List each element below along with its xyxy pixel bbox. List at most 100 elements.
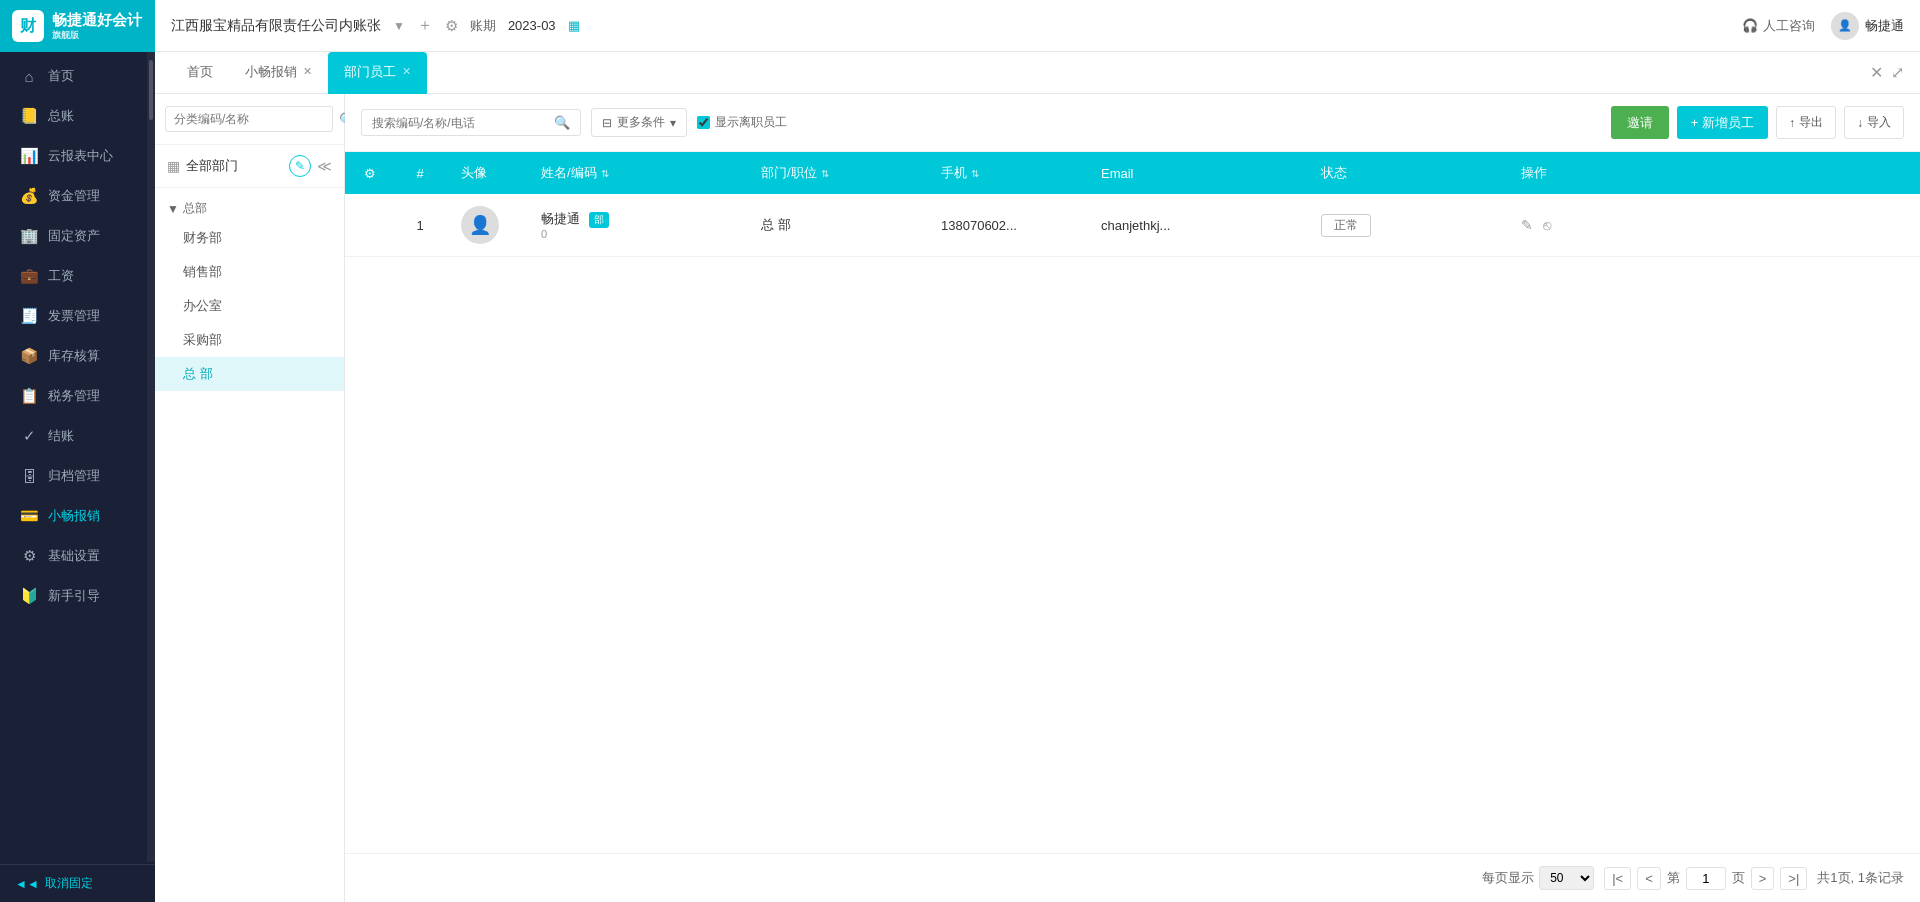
import-button[interactable]: ↓ 导入	[1844, 106, 1904, 139]
row-name-cell: 畅捷通 部 0	[525, 194, 745, 257]
dept-group-general: ▼ 总部	[155, 192, 344, 221]
sidebar-item-ledger[interactable]: 📒 总账	[0, 96, 155, 136]
sort-phone-icon: ⇅	[971, 168, 979, 179]
col-name[interactable]: 姓名/编码 ⇅	[525, 152, 745, 194]
dept-collapse-icon[interactable]: ≪	[317, 158, 332, 174]
employee-name: 畅捷通	[541, 211, 580, 226]
main-area: 江西服宝精品有限责任公司内账张 ▼ ＋ ⚙ 账期 2023-03 ▦ 🎧 人工咨…	[155, 0, 1920, 902]
home-icon: ⌂	[20, 68, 38, 85]
support-button[interactable]: 🎧 人工咨询	[1742, 17, 1815, 35]
sidebar-item-archive[interactable]: 🗄 归档管理	[0, 456, 155, 496]
tabs-controls: ✕ ⤢	[1870, 63, 1904, 82]
row-status-cell: 正常	[1305, 194, 1505, 257]
guide-icon: 🔰	[20, 587, 38, 605]
sidebar-nav: ⌂ 首页 📒 总账 📊 云报表中心 💰 资金管理 🏢 固定资产 💼 工资 🧾 发…	[0, 52, 155, 864]
first-page-button[interactable]: |<	[1604, 867, 1631, 890]
employee-search-icon[interactable]: 🔍	[554, 115, 570, 130]
salary-icon: 💼	[20, 267, 38, 285]
chevron-down-icon: ▼	[167, 202, 179, 216]
company-dropdown-icon[interactable]: ▼	[393, 19, 405, 33]
calendar-icon[interactable]: ▦	[568, 18, 580, 33]
per-page-select[interactable]: 50 20 100	[1539, 866, 1594, 890]
sidebar-item-guide[interactable]: 🔰 新手引导	[0, 576, 155, 616]
tab-expense[interactable]: 小畅报销 ✕	[229, 52, 328, 94]
app-name: 畅捷通好会计	[52, 11, 142, 29]
dept-search-input[interactable]	[165, 106, 333, 132]
dept-header: ▦ 全部部门 ✎ ≪	[155, 145, 344, 188]
filter-icon: ⊟	[602, 116, 612, 130]
sidebar-item-inventory[interactable]: 📦 库存核算	[0, 336, 155, 376]
employee-type-badge: 部	[589, 212, 609, 228]
archive-icon: 🗄	[20, 468, 38, 485]
prev-page-button[interactable]: <	[1637, 867, 1661, 890]
period-value[interactable]: 2023-03	[508, 18, 556, 33]
avatar: 👤	[461, 206, 499, 244]
employee-table: ⚙ # 头像 姓名/编码 ⇅ 部门/职位	[345, 152, 1920, 257]
sidebar-item-tax[interactable]: 📋 税务管理	[0, 376, 155, 416]
sidebar-item-invoice[interactable]: 🧾 发票管理	[0, 296, 155, 336]
filter-dropdown-icon: ▾	[670, 116, 676, 130]
export-button[interactable]: ↑ 导出	[1776, 106, 1836, 139]
add-employee-button[interactable]: + 新增员工	[1677, 106, 1768, 139]
export-icon: ↑	[1789, 116, 1795, 130]
employee-search-input[interactable]	[372, 116, 548, 130]
sidebar-item-checkout[interactable]: ✓ 结账	[0, 416, 155, 456]
row-index: 1	[395, 194, 445, 257]
sidebar-item-reports[interactable]: 📊 云报表中心	[0, 136, 155, 176]
delete-employee-icon[interactable]: ⎋	[1543, 217, 1551, 233]
content-area: 🔍 ▦ 全部部门 ✎ ≪ ▼ 总部 财务部 销售部 办公室	[155, 94, 1920, 902]
reports-icon: 📊	[20, 147, 38, 165]
page-number-input[interactable]	[1686, 867, 1726, 890]
sidebar-item-assets[interactable]: 🏢 固定资产	[0, 216, 155, 256]
col-status: 状态	[1305, 152, 1505, 194]
ledger-icon: 📒	[20, 107, 38, 125]
dept-item-sales[interactable]: 销售部	[155, 255, 344, 289]
user-menu[interactable]: 👤 畅捷通	[1831, 12, 1904, 40]
tab-employees[interactable]: 部门员工 ✕	[328, 52, 427, 94]
dept-edit-button[interactable]: ✎	[289, 155, 311, 177]
col-phone[interactable]: 手机 ⇅	[925, 152, 1085, 194]
last-page-button[interactable]: >|	[1780, 867, 1807, 890]
col-email: Email	[1085, 152, 1305, 194]
add-company-button[interactable]: ＋	[417, 15, 433, 36]
col-gear[interactable]: ⚙	[345, 152, 395, 194]
checkout-icon: ✓	[20, 427, 38, 445]
more-filter-button[interactable]: ⊟ 更多条件 ▾	[591, 108, 687, 137]
pagination: 每页显示 50 20 100 |< < 第 页 > >| 共1页, 1条	[345, 853, 1920, 902]
tab-home[interactable]: 首页	[171, 52, 229, 94]
dept-item-purchasing[interactable]: 采购部	[155, 323, 344, 357]
dept-item-office[interactable]: 办公室	[155, 289, 344, 323]
sidebar-item-funds[interactable]: 💰 资金管理	[0, 176, 155, 216]
row-actions-cell: ✎ ⎋	[1505, 194, 1920, 257]
settings-gear-icon[interactable]: ⚙	[445, 17, 458, 35]
edit-employee-icon[interactable]: ✎	[1521, 217, 1533, 233]
dept-item-general[interactable]: 总 部	[155, 357, 344, 391]
close-expense-tab-icon[interactable]: ✕	[303, 65, 312, 78]
next-page-button[interactable]: >	[1751, 867, 1775, 890]
sidebar-item-salary[interactable]: 💼 工资	[0, 256, 155, 296]
period-label: 账期	[470, 17, 496, 35]
inventory-icon: 📦	[20, 347, 38, 365]
cancel-fixed-button[interactable]: ◄◄ 取消固定	[0, 864, 155, 902]
col-dept[interactable]: 部门/职位 ⇅	[745, 152, 925, 194]
show-resigned-checkbox[interactable]	[697, 116, 710, 129]
sidebar-item-home[interactable]: ⌂ 首页	[0, 56, 155, 96]
close-employees-tab-icon[interactable]: ✕	[402, 65, 411, 78]
row-avatar-cell: 👤	[445, 194, 525, 257]
employee-panel: 🔍 ⊟ 更多条件 ▾ 显示离职员工 邀请 + 新增员工 ↑ 导出	[345, 94, 1920, 902]
col-index: #	[395, 152, 445, 194]
close-tab-button[interactable]: ✕	[1870, 63, 1883, 82]
col-actions: 操作	[1505, 152, 1920, 194]
show-resigned-toggle[interactable]: 显示离职员工	[697, 114, 787, 131]
app-edition: 旗舰版	[52, 29, 142, 42]
sidebar-item-expense[interactable]: 💳 小畅报销	[0, 496, 155, 536]
headset-icon: 🎧	[1742, 18, 1758, 33]
employee-search-box: 🔍	[361, 109, 581, 136]
dept-item-finance[interactable]: 财务部	[155, 221, 344, 255]
row-gear-cell	[345, 194, 395, 257]
company-name[interactable]: 江西服宝精品有限责任公司内账张	[171, 17, 381, 35]
expand-tab-button[interactable]: ⤢	[1891, 63, 1904, 82]
sidebar-item-settings[interactable]: ⚙ 基础设置	[0, 536, 155, 576]
invite-button[interactable]: 邀请	[1611, 106, 1669, 139]
app-logo: 财 畅捷通好会计 旗舰版	[0, 0, 155, 52]
